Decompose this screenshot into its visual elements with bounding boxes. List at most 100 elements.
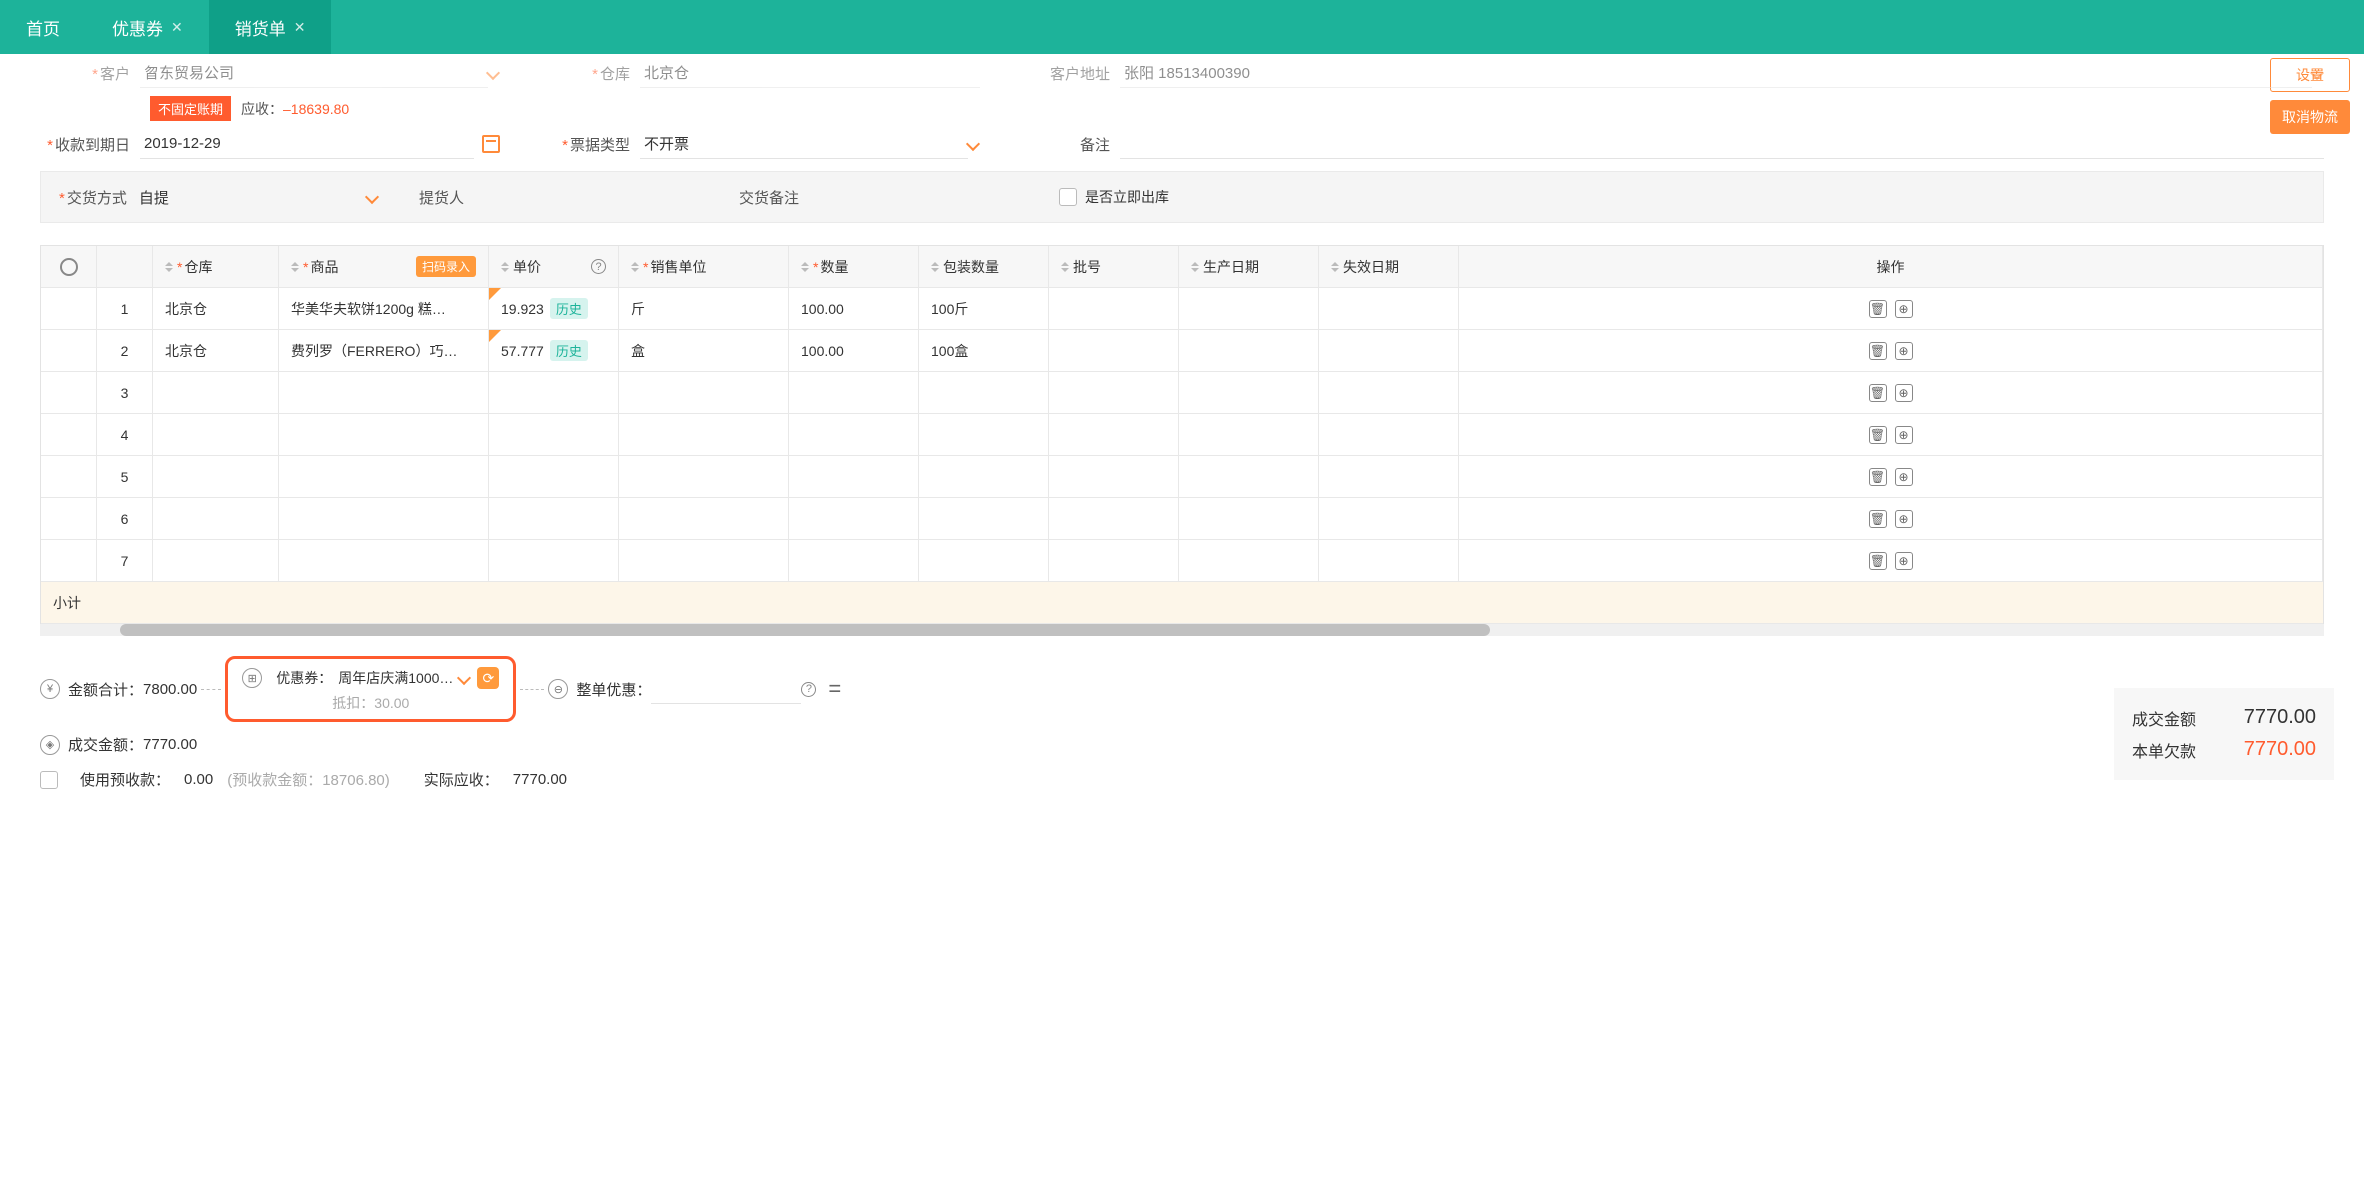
cell-qty[interactable]: 100.00	[789, 330, 919, 372]
col-mfg[interactable]: 生产日期	[1179, 246, 1319, 288]
trash-icon[interactable]: 🗑	[1869, 300, 1887, 318]
horizontal-scrollbar[interactable]	[40, 624, 2324, 636]
table-row[interactable]: 1北京仓华美华夫软饼1200g 糕…19.923历史斤100.00100斤🗑⊕	[41, 288, 2323, 330]
info-icon[interactable]: ?	[591, 259, 606, 274]
chevron-down-icon[interactable]	[2312, 67, 2324, 79]
table-row[interactable]: 6🗑⊕	[41, 498, 2323, 540]
cell-unit[interactable]	[619, 372, 789, 414]
cell-lot[interactable]	[1049, 288, 1179, 330]
table-row[interactable]: 2北京仓费列罗（FERRERO）巧…57.777历史盒100.00100盒🗑⊕	[41, 330, 2323, 372]
cell-warehouse[interactable]: 北京仓	[153, 330, 279, 372]
cell-pkg[interactable]	[919, 414, 1049, 456]
close-icon[interactable]: ✕	[294, 19, 306, 36]
cell-lot[interactable]	[1049, 540, 1179, 582]
cell-product[interactable]: 费列罗（FERRERO）巧…	[279, 330, 489, 372]
remark-input[interactable]	[1120, 129, 2324, 159]
cell-price[interactable]: 57.777历史	[489, 330, 619, 372]
calendar-icon[interactable]	[482, 135, 500, 153]
cancel-logistics-button[interactable]: 取消物流	[2270, 100, 2350, 134]
cell-price[interactable]	[489, 540, 619, 582]
cell-mfg[interactable]	[1179, 330, 1319, 372]
cell-exp[interactable]	[1319, 456, 1459, 498]
cell-qty[interactable]	[789, 372, 919, 414]
add-row-icon[interactable]: ⊕	[1895, 384, 1913, 402]
cell-unit[interactable]: 盒	[619, 330, 789, 372]
cell-unit[interactable]: 斤	[619, 288, 789, 330]
col-pkg[interactable]: 包装数量	[919, 246, 1049, 288]
cell-price[interactable]	[489, 372, 619, 414]
table-row[interactable]: 4🗑⊕	[41, 414, 2323, 456]
cell-unit[interactable]	[619, 456, 789, 498]
tab-coupon[interactable]: 优惠券 ✕	[86, 0, 209, 54]
cell-unit[interactable]	[619, 540, 789, 582]
cell-lot[interactable]	[1049, 498, 1179, 540]
cell-qty[interactable]	[789, 414, 919, 456]
cell-mfg[interactable]	[1179, 372, 1319, 414]
chevron-down-icon[interactable]	[968, 138, 980, 150]
cell-pkg[interactable]	[919, 498, 1049, 540]
cell-pkg[interactable]	[919, 372, 1049, 414]
add-row-icon[interactable]: ⊕	[1895, 552, 1913, 570]
cell-mfg[interactable]	[1179, 414, 1319, 456]
cell-unit[interactable]	[619, 498, 789, 540]
cell-price[interactable]	[489, 456, 619, 498]
gear-icon[interactable]	[60, 258, 78, 276]
ship-now-checkbox[interactable]	[1059, 188, 1077, 206]
cell-product[interactable]: 华美华夫软饼1200g 糕…	[279, 288, 489, 330]
cell-mfg[interactable]	[1179, 288, 1319, 330]
cell-lot[interactable]	[1049, 372, 1179, 414]
cell-product[interactable]	[279, 498, 489, 540]
cell-pkg[interactable]	[919, 540, 1049, 582]
picker-input[interactable]	[472, 183, 699, 212]
scan-input-badge[interactable]: 扫码录入	[416, 256, 476, 277]
cell-price[interactable]	[489, 414, 619, 456]
trash-icon[interactable]: 🗑	[1869, 426, 1887, 444]
ticket-type-input[interactable]	[640, 129, 968, 159]
cell-mfg[interactable]	[1179, 456, 1319, 498]
warehouse-input[interactable]	[640, 58, 980, 88]
cell-mfg[interactable]	[1179, 540, 1319, 582]
add-row-icon[interactable]: ⊕	[1895, 300, 1913, 318]
col-price[interactable]: 单价?	[489, 246, 619, 288]
cell-pkg[interactable]: 100盒	[919, 330, 1049, 372]
cell-warehouse[interactable]: 北京仓	[153, 288, 279, 330]
trash-icon[interactable]: 🗑	[1869, 384, 1887, 402]
cell-warehouse[interactable]	[153, 456, 279, 498]
delivery-note-input[interactable]	[807, 183, 1019, 212]
trash-icon[interactable]: 🗑	[1869, 468, 1887, 486]
history-badge[interactable]: 历史	[550, 340, 588, 361]
trash-icon[interactable]: 🗑	[1869, 342, 1887, 360]
col-unit[interactable]: *销售单位	[619, 246, 789, 288]
tab-home[interactable]: 首页	[0, 0, 86, 54]
cell-lot[interactable]	[1049, 456, 1179, 498]
table-row[interactable]: 3🗑⊕	[41, 372, 2323, 414]
col-qty[interactable]: *数量	[789, 246, 919, 288]
cell-qty[interactable]	[789, 456, 919, 498]
cell-exp[interactable]	[1319, 288, 1459, 330]
cell-product[interactable]	[279, 414, 489, 456]
cell-pkg[interactable]: 100斤	[919, 288, 1049, 330]
cell-unit[interactable]	[619, 414, 789, 456]
cell-qty[interactable]	[789, 540, 919, 582]
col-lot[interactable]: 批号	[1049, 246, 1179, 288]
tab-sales-order[interactable]: 销货单 ✕	[209, 0, 332, 54]
cell-exp[interactable]	[1319, 372, 1459, 414]
pay-due-input[interactable]	[140, 129, 474, 159]
cell-warehouse[interactable]	[153, 414, 279, 456]
chevron-down-icon[interactable]	[488, 67, 500, 79]
use-prepay-checkbox[interactable]	[40, 771, 58, 789]
cell-warehouse[interactable]	[153, 540, 279, 582]
info-icon[interactable]: ?	[801, 682, 816, 697]
customer-input[interactable]	[140, 58, 488, 88]
col-product[interactable]: *商品扫码录入	[279, 246, 489, 288]
chevron-down-icon[interactable]	[367, 191, 379, 203]
col-warehouse[interactable]: *仓库	[153, 246, 279, 288]
cell-lot[interactable]	[1049, 414, 1179, 456]
cell-exp[interactable]	[1319, 330, 1459, 372]
cell-pkg[interactable]	[919, 456, 1049, 498]
cell-product[interactable]	[279, 372, 489, 414]
cust-addr-input[interactable]	[1120, 58, 2312, 88]
delivery-method-input[interactable]	[135, 183, 367, 212]
col-exp[interactable]: 失效日期	[1319, 246, 1459, 288]
chevron-down-icon[interactable]	[459, 672, 471, 684]
